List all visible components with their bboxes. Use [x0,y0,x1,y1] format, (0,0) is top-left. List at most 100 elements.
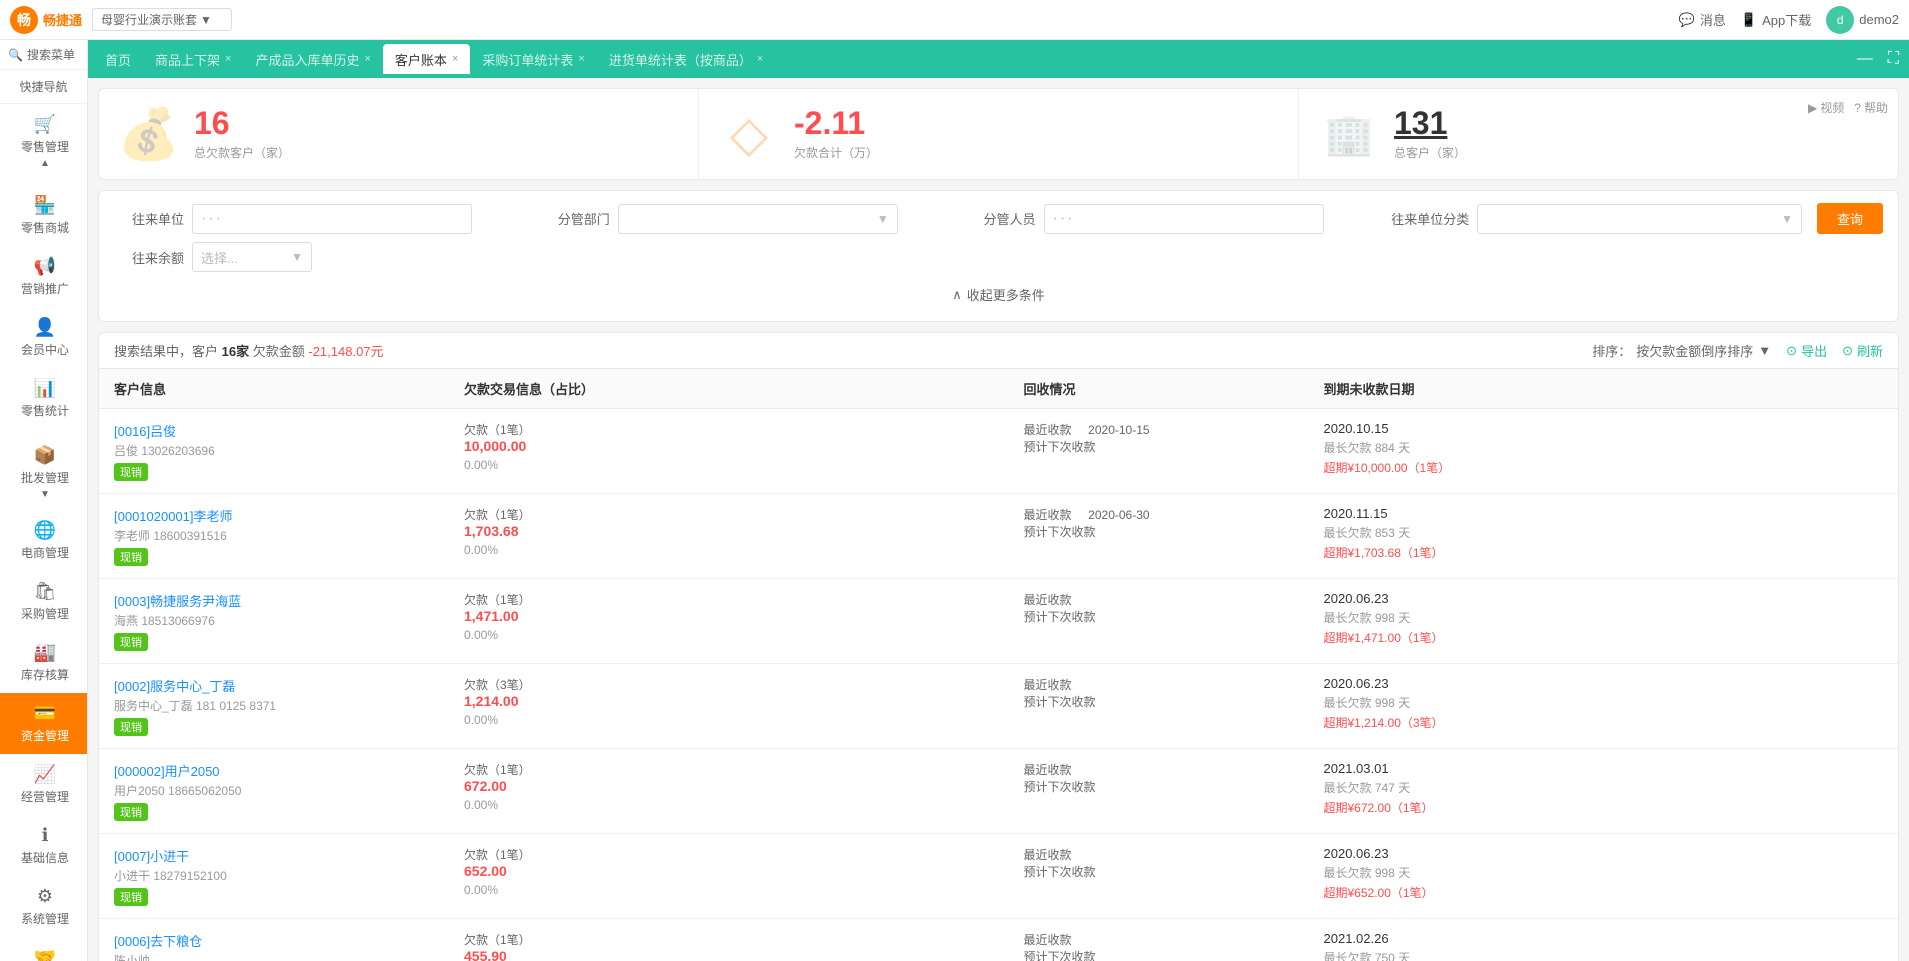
sidebar-item-basic[interactable]: ℹ 基础信息 [0,815,87,876]
collapse-btn[interactable]: ∧ 收起更多条件 [952,285,1045,304]
balance-select[interactable]: 选择... ▼ [192,242,312,272]
results-sort[interactable]: 排序： 按欠款金额倒序排序 ▼ [1592,341,1771,360]
debt-percent: 0.00% [464,628,1024,642]
sidebar-item-label: 资金管理 [21,727,69,744]
dept-filter: 分管部门 ▼ [540,204,951,234]
overdue-cell: 2020.06.23 最长欠款 998 天 超期¥652.00（1笔） [1324,846,1884,901]
sidebar-item-ecom[interactable]: 🌐 电商管理 [0,510,87,571]
tab-purchase-order[interactable]: 采购订单统计表 × [470,44,596,74]
customer-phone: 海燕 18513066976 [114,612,464,629]
overdue-date: 2020.06.23 [1324,591,1884,606]
sidebar-item-purchase[interactable]: 🛍 采购管理 [0,571,87,632]
dept-select[interactable]: ▼ [618,204,898,234]
customer-tag: 现销 [114,718,148,736]
overdue-amount-link[interactable]: 超期¥1,471.00（1笔） [1324,629,1884,646]
overdue-cell: 2020.10.15 最长欠款 884 天 超期¥10,000.00（1笔） [1324,421,1884,476]
stat-info-debt-customers: 16 总欠款客户（家） [194,107,678,161]
customer-name-link[interactable]: [000002]用户2050 [114,764,220,779]
tab-customer-account[interactable]: 客户账本 × [383,44,470,74]
debt-info-cell: 欠款（1笔） 455.90 0.00% [464,931,1024,961]
tab-close-icon[interactable]: × [452,53,458,65]
debt-amount-label: 欠款合计（万） [794,144,1278,161]
customer-name-link[interactable]: [0006]去下粮仓 [114,934,202,949]
customer-name-link[interactable]: [0003]畅捷服务尹海蓝 [114,594,241,609]
user-avatar-btn[interactable]: d demo2 [1826,6,1899,34]
export-label: 导出 [1801,341,1827,360]
export-btn[interactable]: ⊙ 导出 [1786,341,1827,360]
overdue-amount-link[interactable]: 超期¥652.00（1笔） [1324,884,1884,901]
sidebar-item-capital[interactable]: 💳 资金管理 [0,693,87,754]
overdue-amount-link[interactable]: 超期¥1,214.00（3笔） [1324,714,1884,731]
customer-name-link[interactable]: [0001020001]李老师 [114,509,233,524]
sidebar-item-ops[interactable]: 📈 经营管理 [0,754,87,815]
overdue-days: 最长欠款 998 天 [1324,694,1884,711]
overdue-cell: 2021.02.26 最长欠款 750 天 超期¥455.90（1笔） [1324,931,1884,961]
debt-amount: 1,214.00 [464,693,1024,709]
tab-maximize-btn[interactable]: ⛶ [1883,48,1904,70]
sidebar-item-corp[interactable]: 🤝 企业协同 [0,937,87,961]
balance-arrow: ▼ [291,250,303,264]
app-download-btn[interactable]: 📱 App下载 [1741,10,1811,29]
tab-purchase-stats[interactable]: 进货单统计表（按商品） × [597,44,775,74]
sidebar-item-stock[interactable]: 🏭 库存核算 [0,632,87,693]
overdue-amount-link[interactable]: 超期¥10,000.00（1笔） [1324,459,1884,476]
table-header: 客户信息 欠款交易信息（占比） 回收情况 到期未收款日期 [99,369,1898,409]
sidebar-item-retail-mgmt[interactable]: 🛒 零售管理 ▲ [0,104,87,179]
table-row: [0003]畅捷服务尹海蓝 海燕 18513066976 现销 欠款（1笔） 1… [99,579,1898,664]
tab-close-icon[interactable]: × [364,53,370,65]
overdue-cell: 2020.06.23 最长欠款 998 天 超期¥1,214.00（3笔） [1324,676,1884,731]
debt-info-cell: 欠款（1笔） 10,000.00 0.00% [464,421,1024,472]
sidebar-item-label: 电商管理 [21,544,69,561]
debt-info: 欠款（1笔） [464,761,1024,778]
refresh-btn[interactable]: ⊙ 刷新 [1842,341,1883,360]
sidebar-item-batch-mgmt[interactable]: 📦 批发管理 ▼ [0,435,87,510]
sidebar-quick-nav[interactable]: 快捷导航 [0,70,87,104]
debt-amount: 10,000.00 [464,438,1024,454]
debt-percent: 0.00% [464,713,1024,727]
customer-name-link[interactable]: [0007]小进干 [114,849,189,864]
collection-cell: 最近收款 预计下次收款 [1024,676,1324,710]
results-prefix: 搜索结果中，客户 [114,344,218,359]
sidebar-item-retail-store[interactable]: 🏪 零售商城 [0,185,87,246]
debt-amount: 672.00 [464,778,1024,794]
sidebar-item-marketing[interactable]: 📢 营销推广 [0,246,87,307]
from-unit-input[interactable]: ··· [192,204,472,234]
tab-close-icon[interactable]: × [757,53,763,65]
industry-selector[interactable]: 母婴行业演示账套 ▼ [92,8,232,31]
help-btn[interactable]: ? 帮助 [1854,99,1888,116]
customer-name-link[interactable]: [0002]服务中心_丁磊 [114,679,235,694]
page-content: 💰 16 总欠款客户（家） ◇ -2.11 欠款合计（万） [88,78,1909,961]
collection-info: 最近收款 [1024,931,1324,948]
overdue-amount-link[interactable]: 超期¥1,703.68（1笔） [1324,544,1884,561]
sidebar-search-btn[interactable]: 🔍 搜索菜单 [0,40,87,70]
tab-close-icon[interactable]: × [225,53,231,65]
stats-icon: 📊 [34,378,56,399]
debt-info-cell: 欠款（1笔） 672.00 0.00% [464,761,1024,812]
manager-input[interactable]: ··· [1044,204,1324,234]
mobile-icon: 📱 [1741,12,1757,28]
tab-minimize-btn[interactable]: — [1852,48,1878,70]
sidebar-item-member[interactable]: 👤 会员中心 [0,307,87,368]
sidebar-item-retail-stats[interactable]: 📊 零售统计 [0,368,87,429]
video-btn[interactable]: ▶ 视频 [1808,99,1844,116]
customer-name-link[interactable]: [0016]吕俊 [114,424,176,439]
refresh-icon: ⊙ [1842,343,1853,359]
collapse-icon: ∧ [952,287,962,303]
industry-arrow: ▼ [200,13,212,27]
search-button[interactable]: 查询 [1817,203,1883,234]
tab-close-icon[interactable]: × [578,53,584,65]
store-icon: 🏪 [34,195,56,216]
app-container: 畅 畅捷通 母婴行业演示账套 ▼ 💬 消息 📱 App下载 d [0,0,1909,961]
top-bar-left: 畅 畅捷通 母婴行业演示账套 ▼ [10,6,232,34]
tab-production-history[interactable]: 产成品入库单历史 × [243,44,382,74]
sidebar-item-sys[interactable]: ⚙ 系统管理 [0,876,87,937]
debt-amount-icon: ◇ [719,104,779,164]
unit-class-select[interactable]: ▼ [1477,204,1802,234]
tab-product-publish[interactable]: 商品上下架 × [143,44,243,74]
collection-info: 最近收款 [1024,761,1324,778]
help-icon: ? [1854,101,1861,115]
customer-phone: 李老师 18600391516 [114,527,464,544]
overdue-amount-link[interactable]: 超期¥672.00（1笔） [1324,799,1884,816]
tab-home[interactable]: 首页 [93,44,143,74]
message-btn[interactable]: 💬 消息 [1679,10,1726,29]
